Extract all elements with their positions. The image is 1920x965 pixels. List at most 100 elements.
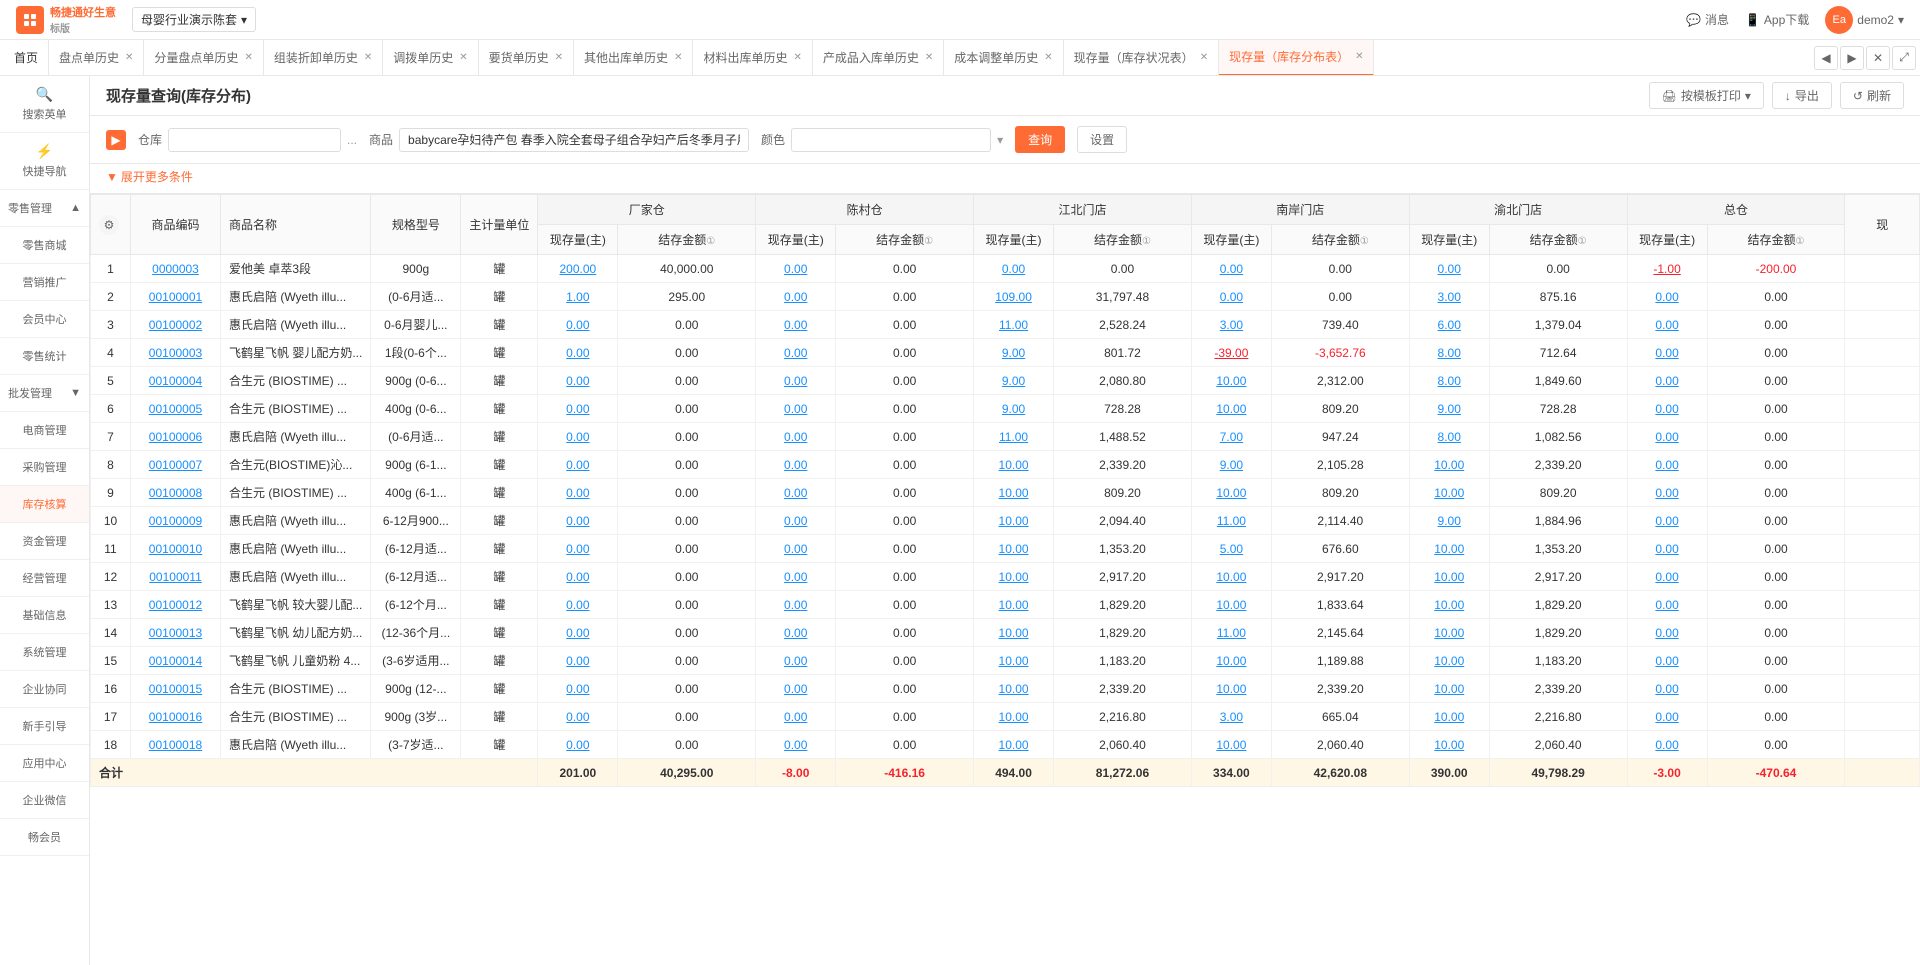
info-icon[interactable]: ① bbox=[1796, 236, 1805, 247]
cell-chen-qty[interactable]: 0.00 bbox=[756, 479, 836, 507]
info-icon[interactable]: ① bbox=[1360, 236, 1369, 247]
cell-code[interactable]: 00100001 bbox=[131, 283, 221, 311]
cell-jiangbei-qty[interactable]: 10.00 bbox=[974, 731, 1054, 759]
table-settings-icon[interactable]: ⚙ bbox=[99, 215, 119, 235]
tab-inventory-check[interactable]: 盘点单历史 ✕ bbox=[49, 40, 144, 76]
cell-factory-qty[interactable]: 0.00 bbox=[538, 423, 618, 451]
cell-nanan-qty[interactable]: 0.00 bbox=[1191, 283, 1271, 311]
cell-code[interactable]: 00100002 bbox=[131, 311, 221, 339]
tab-transfer[interactable]: 调拨单历史 ✕ bbox=[383, 40, 478, 76]
cell-code[interactable]: 00100003 bbox=[131, 339, 221, 367]
cell-chen-qty[interactable]: 0.00 bbox=[756, 535, 836, 563]
export-btn[interactable]: ↓ 导出 bbox=[1772, 82, 1832, 109]
cell-total-qty[interactable]: 0.00 bbox=[1627, 451, 1707, 479]
cell-total-qty[interactable]: 0.00 bbox=[1627, 311, 1707, 339]
sidebar-item-retail-mgmt[interactable]: 零售管理 ▲ bbox=[0, 190, 89, 227]
sidebar-item-wechat-work[interactable]: 企业微信 bbox=[0, 782, 89, 819]
tab-stock-dist[interactable]: 现存量（库存分布表） ✕ bbox=[1219, 40, 1374, 76]
sidebar-item-purchase[interactable]: 采购管理 bbox=[0, 449, 89, 486]
cell-jiangbei-qty[interactable]: 109.00 bbox=[974, 283, 1054, 311]
cell-yubei-qty[interactable]: 10.00 bbox=[1409, 647, 1489, 675]
app-download-btn[interactable]: 📱 App下载 bbox=[1745, 11, 1809, 28]
cell-code[interactable]: 00100011 bbox=[131, 563, 221, 591]
sidebar-item-ecommerce[interactable]: 电商管理 bbox=[0, 412, 89, 449]
cell-yubei-qty[interactable]: 10.00 bbox=[1409, 675, 1489, 703]
cell-code[interactable]: 00100004 bbox=[131, 367, 221, 395]
info-icon[interactable]: ① bbox=[1578, 236, 1587, 247]
cell-total-qty[interactable]: 0.00 bbox=[1627, 647, 1707, 675]
tab-material-out[interactable]: 材料出库单历史 ✕ bbox=[693, 40, 812, 76]
sidebar-item-retail-stat[interactable]: 零售统计 bbox=[0, 338, 89, 375]
cell-jiangbei-qty[interactable]: 9.00 bbox=[974, 367, 1054, 395]
sidebar-item-member-pro[interactable]: 畅会员 bbox=[0, 819, 89, 856]
cell-chen-qty[interactable]: 0.00 bbox=[756, 339, 836, 367]
cell-code[interactable]: 00100006 bbox=[131, 423, 221, 451]
cell-nanan-qty[interactable]: 3.00 bbox=[1191, 311, 1271, 339]
industry-selector[interactable]: 母婴行业演示陈套 ▾ bbox=[132, 7, 256, 32]
cell-yubei-qty[interactable]: 3.00 bbox=[1409, 283, 1489, 311]
table-container[interactable]: ⚙ 商品编码 商品名称 规格型号 主计量单位 厂家仓 陈村仓 江北门店 南岸门店… bbox=[90, 194, 1920, 965]
print-btn[interactable]: 🖨 按模板打印 ▾ bbox=[1649, 82, 1764, 109]
cell-jiangbei-qty[interactable]: 0.00 bbox=[974, 255, 1054, 283]
sidebar-item-guide[interactable]: 新手引导 bbox=[0, 708, 89, 745]
cell-yubei-qty[interactable]: 10.00 bbox=[1409, 703, 1489, 731]
sidebar-item-member[interactable]: 会员中心 bbox=[0, 301, 89, 338]
cell-total-qty[interactable]: 0.00 bbox=[1627, 563, 1707, 591]
sidebar-item-quicknav[interactable]: ⚡ 快捷导航 bbox=[0, 133, 89, 190]
close-icon[interactable]: ✕ bbox=[555, 52, 563, 63]
cell-nanan-qty[interactable]: -39.00 bbox=[1191, 339, 1271, 367]
expand-more-btn[interactable]: ▼ 展开更多条件 bbox=[106, 168, 1904, 185]
cell-yubei-qty[interactable]: 10.00 bbox=[1409, 479, 1489, 507]
cell-chen-qty[interactable]: 0.00 bbox=[756, 311, 836, 339]
tab-other-out[interactable]: 其他出库单历史 ✕ bbox=[574, 40, 693, 76]
cell-yubei-qty[interactable]: 9.00 bbox=[1409, 507, 1489, 535]
cell-code[interactable]: 0000003 bbox=[131, 255, 221, 283]
cell-yubei-qty[interactable]: 8.00 bbox=[1409, 423, 1489, 451]
cell-nanan-qty[interactable]: 10.00 bbox=[1191, 563, 1271, 591]
info-icon[interactable]: ① bbox=[924, 236, 933, 247]
info-icon[interactable]: ① bbox=[706, 236, 715, 247]
cell-chen-qty[interactable]: 0.00 bbox=[756, 619, 836, 647]
cell-jiangbei-qty[interactable]: 10.00 bbox=[974, 647, 1054, 675]
cell-nanan-qty[interactable]: 11.00 bbox=[1191, 619, 1271, 647]
cell-yubei-qty[interactable]: 9.00 bbox=[1409, 395, 1489, 423]
cell-code[interactable]: 00100007 bbox=[131, 451, 221, 479]
close-icon[interactable]: ✕ bbox=[793, 52, 801, 63]
cell-factory-qty[interactable]: 0.00 bbox=[538, 731, 618, 759]
cell-code[interactable]: 00100012 bbox=[131, 591, 221, 619]
cell-total-qty[interactable]: 0.00 bbox=[1627, 591, 1707, 619]
tab-product-in[interactable]: 产成品入库单历史 ✕ bbox=[813, 40, 944, 76]
cell-yubei-qty[interactable]: 6.00 bbox=[1409, 311, 1489, 339]
cell-chen-qty[interactable]: 0.00 bbox=[756, 255, 836, 283]
cell-jiangbei-qty[interactable]: 10.00 bbox=[974, 451, 1054, 479]
cell-factory-qty[interactable]: 0.00 bbox=[538, 367, 618, 395]
cell-jiangbei-qty[interactable]: 9.00 bbox=[974, 395, 1054, 423]
cell-factory-qty[interactable]: 0.00 bbox=[538, 451, 618, 479]
cell-yubei-qty[interactable]: 10.00 bbox=[1409, 451, 1489, 479]
warehouse-more-icon[interactable]: ... bbox=[347, 133, 357, 147]
cell-code[interactable]: 00100010 bbox=[131, 535, 221, 563]
sidebar-item-app-center[interactable]: 应用中心 bbox=[0, 745, 89, 782]
collapse-btn[interactable]: ▶ bbox=[106, 130, 126, 150]
cell-code[interactable]: 00100008 bbox=[131, 479, 221, 507]
cell-chen-qty[interactable]: 0.00 bbox=[756, 507, 836, 535]
cell-factory-qty[interactable]: 0.00 bbox=[538, 591, 618, 619]
close-icon[interactable]: ✕ bbox=[1355, 51, 1363, 62]
cell-total-qty[interactable]: -1.00 bbox=[1627, 255, 1707, 283]
cell-total-qty[interactable]: 0.00 bbox=[1627, 283, 1707, 311]
cell-nanan-qty[interactable]: 10.00 bbox=[1191, 675, 1271, 703]
cell-factory-qty[interactable]: 1.00 bbox=[538, 283, 618, 311]
cell-yubei-qty[interactable]: 10.00 bbox=[1409, 535, 1489, 563]
close-icon[interactable]: ✕ bbox=[364, 52, 372, 63]
cell-total-qty[interactable]: 0.00 bbox=[1627, 423, 1707, 451]
cell-factory-qty[interactable]: 0.00 bbox=[538, 619, 618, 647]
cell-yubei-qty[interactable]: 10.00 bbox=[1409, 563, 1489, 591]
cell-chen-qty[interactable]: 0.00 bbox=[756, 283, 836, 311]
cell-chen-qty[interactable]: 0.00 bbox=[756, 647, 836, 675]
close-icon[interactable]: ✕ bbox=[125, 52, 133, 63]
color-input[interactable] bbox=[791, 128, 991, 152]
tab-split-check[interactable]: 分量盘点单历史 ✕ bbox=[144, 40, 263, 76]
tab-stock-status[interactable]: 现存量（库存状况表） ✕ bbox=[1064, 40, 1219, 76]
close-icon[interactable]: ✕ bbox=[1200, 52, 1208, 63]
tab-expand-btn[interactable]: ⤢ bbox=[1892, 46, 1916, 70]
